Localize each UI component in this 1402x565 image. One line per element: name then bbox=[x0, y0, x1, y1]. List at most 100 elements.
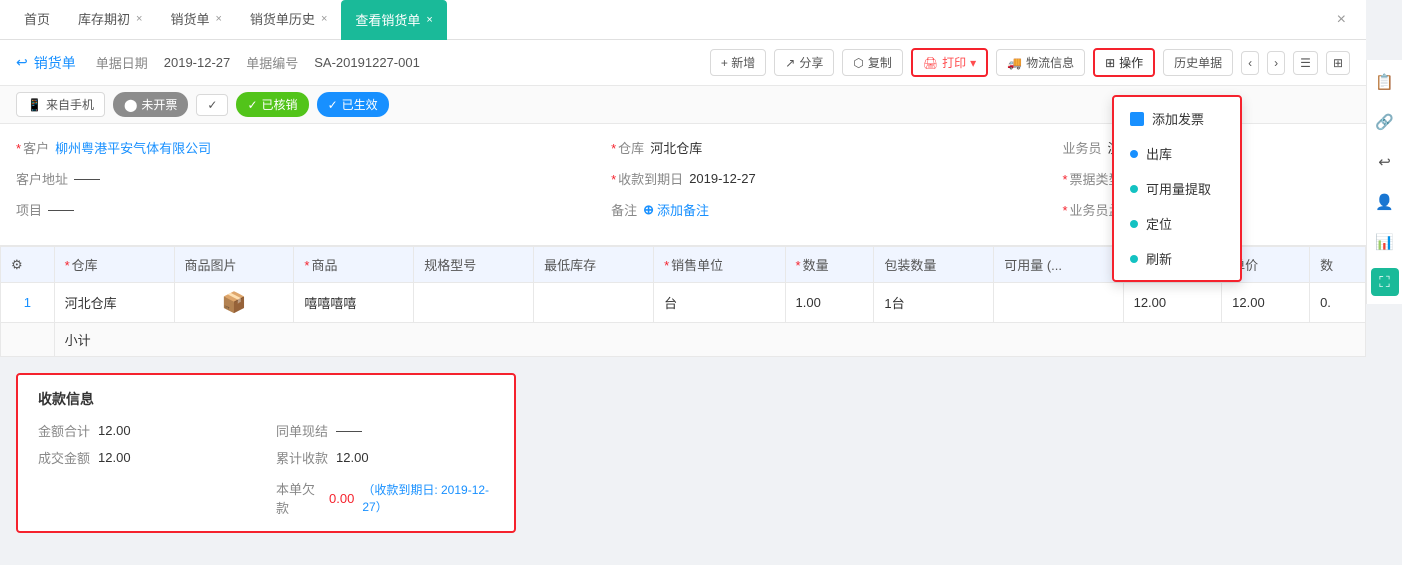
note-field: 备注 ⊕ 添加备注 bbox=[611, 200, 1042, 219]
window-close-button[interactable]: × bbox=[1327, 11, 1356, 29]
row-image: 📦 bbox=[174, 283, 294, 323]
locate-label: 定位 bbox=[1146, 214, 1172, 233]
col-amount: 数 bbox=[1310, 247, 1366, 283]
prev-button[interactable]: ‹ bbox=[1241, 51, 1259, 75]
dropdown-add-invoice[interactable]: 添加发票 bbox=[1114, 101, 1240, 136]
customer-value[interactable]: 柳州粤港平安气体有限公司 bbox=[55, 138, 211, 157]
dropdown-refresh[interactable]: 刷新 bbox=[1114, 241, 1240, 276]
available-extract-dot-icon bbox=[1130, 185, 1138, 193]
cumulative-row: 累计收款 12.00 bbox=[276, 448, 494, 467]
owed-label: 本单欠款 bbox=[276, 479, 321, 517]
phone-icon: 📱 bbox=[27, 98, 42, 112]
confirm-button[interactable]: ✓ bbox=[196, 94, 228, 116]
deal-amount-row: 成交金额 12.00 bbox=[38, 448, 256, 467]
tab-sales-history-close[interactable]: × bbox=[321, 13, 327, 25]
total-label: 金额合计 bbox=[38, 421, 90, 440]
add-button[interactable]: + 新增 bbox=[710, 49, 766, 76]
tab-sales-close[interactable]: × bbox=[215, 13, 221, 25]
project-field: 项目 —— bbox=[16, 200, 591, 219]
refresh-label: 刷新 bbox=[1146, 249, 1172, 268]
print-icon: 🖨 bbox=[923, 56, 938, 70]
doc-actions: + 新增 ↗ 分享 ⬡ 复制 🖨 打印 ▾ 🚚 物流信息 ⊞ 操作 bbox=[710, 48, 1350, 77]
share-button[interactable]: ↗ 分享 bbox=[774, 49, 834, 76]
row-stock: 12.00 bbox=[1123, 283, 1222, 323]
doc-title-text: 销货单 bbox=[34, 53, 76, 73]
cumulative-value: 12.00 bbox=[336, 450, 369, 465]
effective-label: 已生效 bbox=[342, 96, 378, 113]
right-sidebar: 📋 🔗 ↩ 👤 📊 ⛶ bbox=[1366, 60, 1402, 304]
tab-sales[interactable]: 销货单 × bbox=[156, 0, 235, 40]
not-open-button[interactable]: ⬤ 未开票 bbox=[113, 92, 188, 117]
col-qty: *数量 bbox=[785, 247, 874, 283]
deal-amount-label: 成交金额 bbox=[38, 448, 90, 467]
tab-view-sales[interactable]: 查看销货单 × bbox=[341, 0, 446, 40]
sidebar-icon-4[interactable]: 👤 bbox=[1371, 188, 1399, 216]
tab-sales-history[interactable]: 销货单历史 × bbox=[236, 0, 341, 40]
note-label: 备注 bbox=[611, 200, 637, 219]
warehouse-field: *仓库 河北仓库 bbox=[611, 138, 1042, 157]
project-label: 项目 bbox=[16, 200, 42, 219]
from-phone-button[interactable]: 📱 来自手机 bbox=[16, 92, 105, 117]
sidebar-icon-1[interactable]: 📋 bbox=[1371, 68, 1399, 96]
dropdown-outbound[interactable]: 出库 bbox=[1114, 136, 1240, 171]
confirmed-label: 已核销 bbox=[262, 96, 298, 113]
col-warehouse: *仓库 bbox=[54, 247, 174, 283]
owed-note: （收款到期日: 2019-12-27） bbox=[362, 481, 494, 515]
sidebar-icon-2[interactable]: 🔗 bbox=[1371, 108, 1399, 136]
row-unit: 台 bbox=[654, 283, 785, 323]
address-field: 客户地址 —— bbox=[16, 169, 591, 188]
logistics-button[interactable]: 🚚 物流信息 bbox=[996, 49, 1085, 76]
col-pack-qty: 包装数量 bbox=[874, 247, 994, 283]
col-unit: *销售单位 bbox=[654, 247, 785, 283]
meta-no-label: 单据编号 bbox=[246, 53, 298, 72]
print-button[interactable]: 🖨 打印 ▾ bbox=[911, 48, 988, 77]
due-date-label: *收款到期日 bbox=[611, 169, 683, 188]
copy-button[interactable]: ⬡ 复制 bbox=[842, 49, 903, 76]
add-invoice-icon bbox=[1130, 112, 1144, 126]
operations-button[interactable]: ⊞ 操作 bbox=[1093, 48, 1155, 77]
grid-view-button[interactable]: ⊞ bbox=[1326, 51, 1350, 75]
sidebar-icon-5[interactable]: 📊 bbox=[1371, 228, 1399, 256]
row-amount: 0. bbox=[1310, 283, 1366, 323]
customer-label: *客户 bbox=[16, 138, 49, 157]
dropdown-locate[interactable]: 定位 bbox=[1114, 206, 1240, 241]
available-extract-label: 可用量提取 bbox=[1146, 179, 1211, 198]
effective-icon: ✓ bbox=[328, 98, 338, 112]
tab-view-sales-label: 查看销货单 bbox=[355, 10, 420, 29]
list-view-button[interactable]: ☰ bbox=[1293, 51, 1318, 75]
table-row: 1 河北仓库 📦 嘻嘻嘻嘻 台 1.00 1台 12.00 12.00 0. bbox=[1, 283, 1366, 323]
row-no: 1 bbox=[1, 283, 55, 323]
doc-meta: 单据日期 2019-12-27 单据编号 SA-20191227-001 bbox=[96, 53, 420, 72]
sidebar-icon-3[interactable]: ↩ bbox=[1371, 148, 1399, 176]
history-button[interactable]: 历史单据 bbox=[1163, 49, 1233, 76]
project-value: —— bbox=[48, 202, 74, 217]
history-label: 历史单据 bbox=[1174, 54, 1222, 71]
confirmed-tag: ✓ 已核销 bbox=[236, 92, 308, 117]
dropdown-available-extract[interactable]: 可用量提取 bbox=[1114, 171, 1240, 206]
tab-bar: 首页 库存期初 × 销货单 × 销货单历史 × 查看销货单 × × bbox=[0, 0, 1366, 40]
copy-label: 复制 bbox=[868, 54, 892, 71]
col-image: 商品图片 bbox=[174, 247, 294, 283]
row-warehouse: 河北仓库 bbox=[54, 283, 174, 323]
tab-inventory[interactable]: 库存期初 × bbox=[64, 0, 156, 40]
from-phone-label: 来自手机 bbox=[46, 96, 94, 113]
tab-view-sales-close[interactable]: × bbox=[426, 14, 432, 26]
payment-title: 收款信息 bbox=[38, 389, 494, 409]
add-note-button[interactable]: ⊕ 添加备注 bbox=[643, 200, 709, 219]
cumulative-label: 累计收款 bbox=[276, 448, 328, 467]
next-button[interactable]: › bbox=[1267, 51, 1285, 75]
operations-label: 操作 bbox=[1119, 54, 1143, 71]
row-available bbox=[994, 283, 1123, 323]
row-min-stock bbox=[534, 283, 654, 323]
print-dropdown-arrow: ▾ bbox=[970, 56, 976, 70]
sidebar-icon-6[interactable]: ⛶ bbox=[1371, 268, 1399, 296]
confirm-icon: ✓ bbox=[207, 98, 217, 112]
doc-icon: ↩ bbox=[16, 54, 28, 71]
row-qty: 1.00 bbox=[785, 283, 874, 323]
confirmed-icon: ✓ bbox=[247, 98, 257, 112]
tab-home[interactable]: 首页 bbox=[10, 0, 64, 40]
col-spec: 规格型号 bbox=[414, 247, 534, 283]
tab-inventory-close[interactable]: × bbox=[136, 13, 142, 25]
meta-no-value: SA-20191227-001 bbox=[314, 55, 420, 70]
gear-icon: ⚙ bbox=[11, 257, 23, 272]
